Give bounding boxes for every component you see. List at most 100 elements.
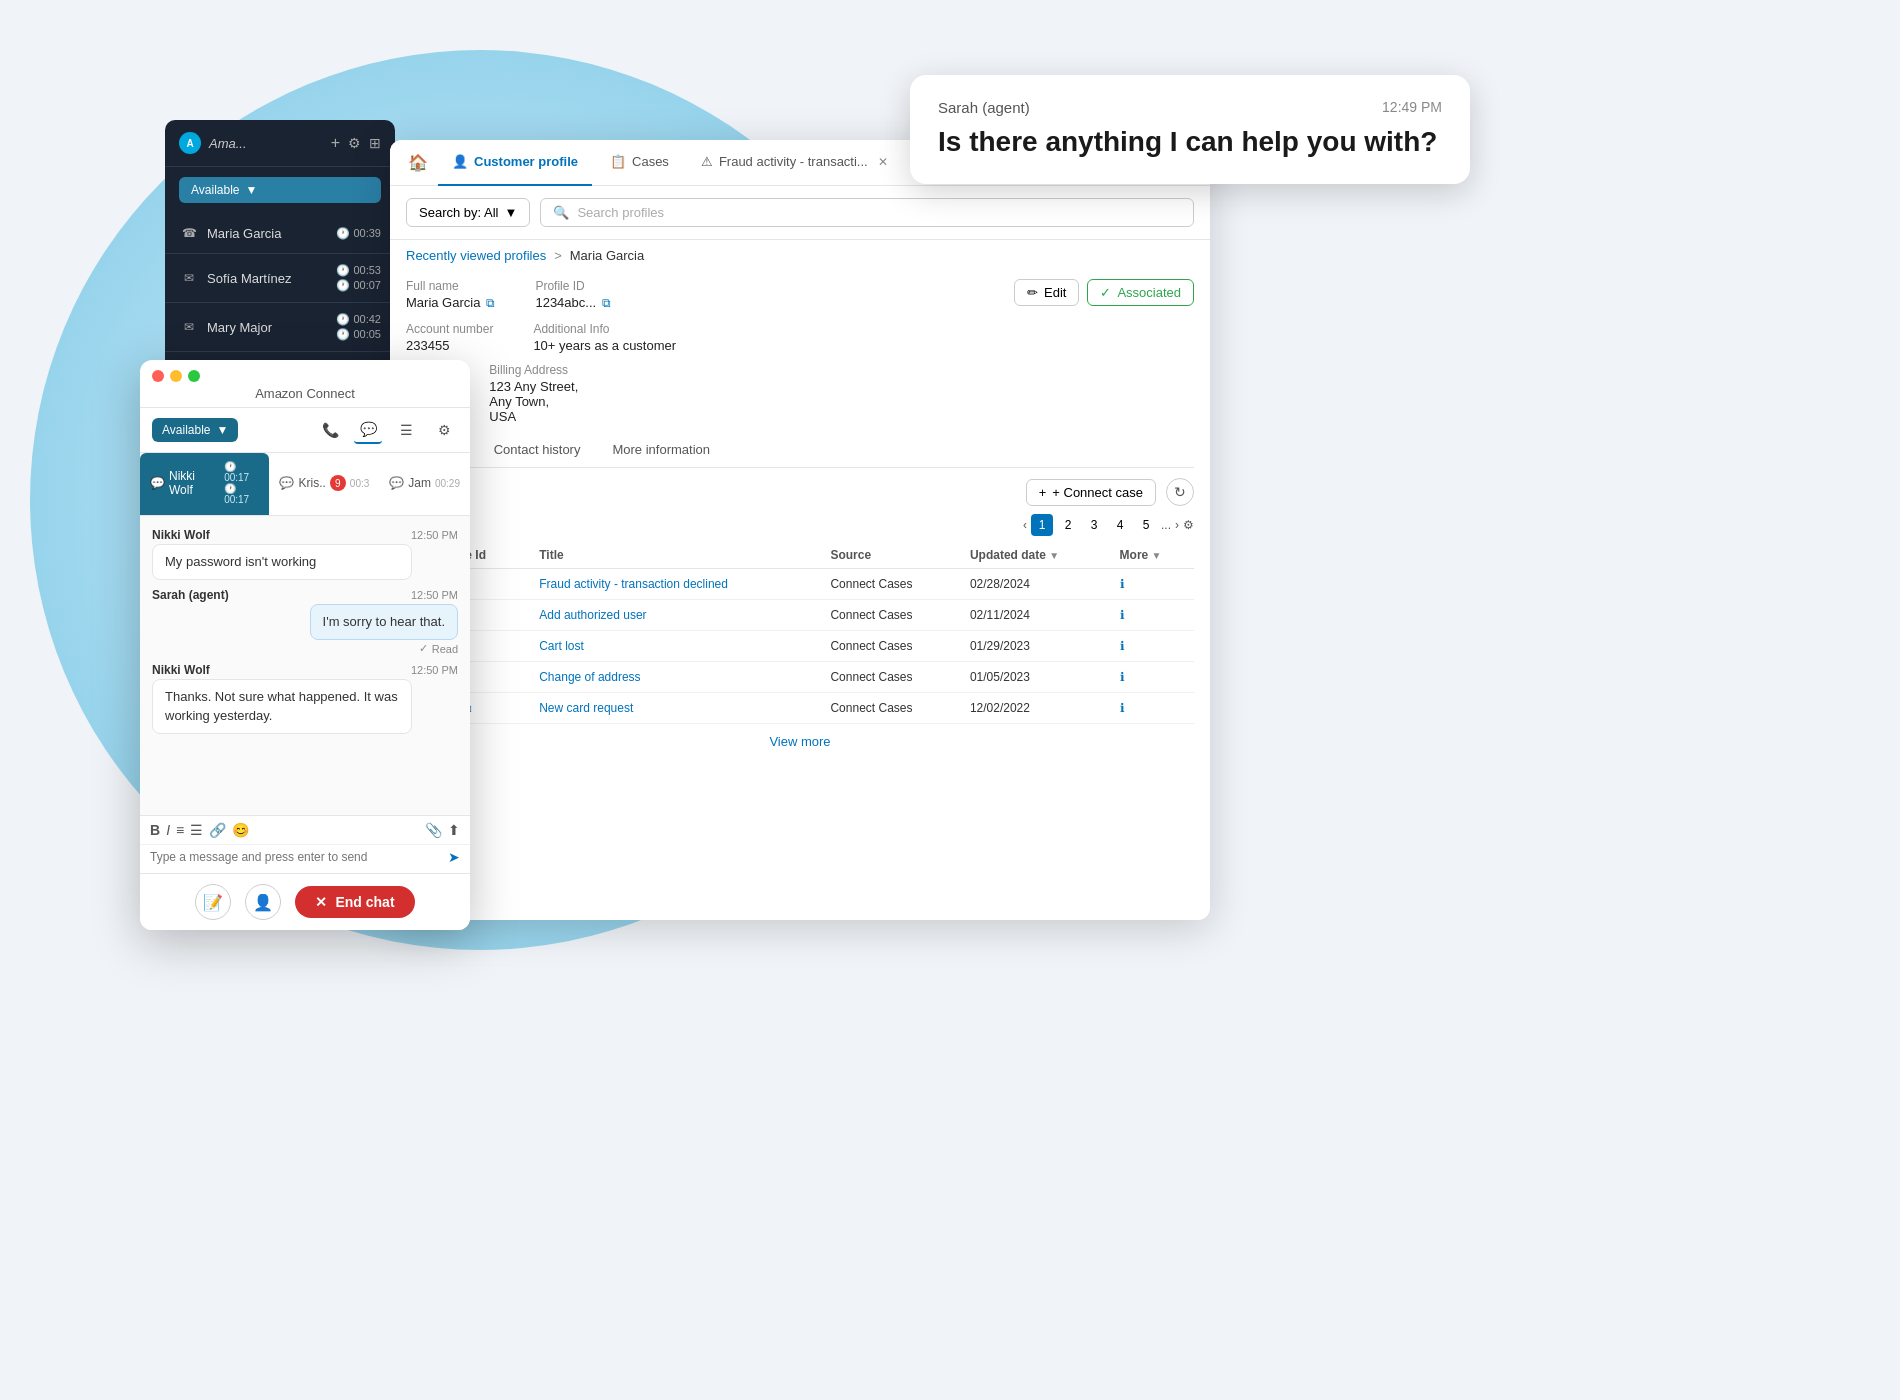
next-page-icon[interactable]: › [1175, 518, 1179, 532]
profile-icon[interactable]: 👤 [245, 884, 281, 920]
full-name-label: Full name [406, 279, 495, 293]
breadcrumb: Recently viewed profiles > Maria Garcia [390, 240, 1210, 271]
tab-contact-history[interactable]: Contact history [478, 434, 597, 467]
search-icon: 🔍 [553, 205, 569, 220]
page-4-button[interactable]: 4 [1109, 514, 1131, 536]
case-link[interactable]: New card request [539, 701, 633, 715]
search-by-dropdown[interactable]: Search by: All ▼ [406, 198, 530, 227]
list-item[interactable]: ✉ Sofía Martínez 🕐 00:53 🕐 00:07 [165, 254, 395, 303]
message-time: 12:50 PM [411, 664, 458, 676]
tab-nikki-wolf[interactable]: 💬 Nikki Wolf 🕐 00:17 🕐 00:17 [140, 453, 269, 515]
info-icon[interactable]: ℹ [1120, 577, 1125, 591]
profile-id-field: Profile ID 1234abc... ⧉ [535, 279, 611, 310]
sidebar-available-button[interactable]: Available ▼ [179, 177, 381, 203]
chat-icon[interactable]: 💬 [354, 416, 382, 444]
search-profiles-input[interactable]: 🔍 Search profiles [540, 198, 1194, 227]
tab-fraud[interactable]: ⚠ Fraud activity - transacti... ✕ [687, 140, 902, 186]
source-cell: Connect Cases [822, 569, 961, 600]
maximize-window-button[interactable] [188, 370, 200, 382]
table-row: EDD589 ⧉ New card request Connect Cases … [406, 693, 1194, 724]
copy-icon[interactable]: ⧉ [486, 296, 495, 310]
page-5-button[interactable]: 5 [1135, 514, 1157, 536]
refresh-icon[interactable]: ↻ [1166, 478, 1194, 506]
cases-table: Reference Id Title Source Updated date ▼… [406, 542, 1194, 724]
sidebar-title: Ama... [209, 136, 247, 151]
edit-button[interactable]: ✏ Edit [1014, 279, 1079, 306]
upload-icon[interactable]: ⬆ [448, 822, 460, 838]
window-controls [140, 360, 470, 386]
italic-icon[interactable]: I [166, 822, 170, 838]
unordered-list-icon[interactable]: ☰ [190, 822, 203, 838]
send-icon[interactable]: ➤ [448, 849, 460, 865]
page-3-button[interactable]: 3 [1083, 514, 1105, 536]
table-row: B23456 ⧉ Add authorized user Connect Cas… [406, 600, 1194, 631]
view-more-link[interactable]: View more [406, 724, 1194, 759]
chat-messages: Nikki Wolf 12:50 PM My password isn't wo… [140, 516, 470, 815]
case-link[interactable]: Add authorized user [539, 608, 646, 622]
additional-info-label: Additional Info [533, 322, 676, 336]
list-item[interactable]: ✉ Mary Major 🕐 00:42 🕐 00:05 [165, 303, 395, 352]
profile-header: Full name Maria Garcia ⧉ Profile ID 1234… [406, 271, 1194, 310]
title-cell: Add authorized user [531, 600, 822, 631]
message-time: 12:50 PM [411, 589, 458, 601]
link-icon[interactable]: 🔗 [209, 822, 226, 838]
more-cell: ℹ [1112, 600, 1194, 631]
col-title: Title [531, 542, 822, 569]
close-icon[interactable]: ✕ [878, 155, 888, 169]
page-2-button[interactable]: 2 [1057, 514, 1079, 536]
connect-case-button[interactable]: + + Connect case [1026, 479, 1156, 506]
home-icon[interactable]: 🏠 [402, 147, 434, 179]
list-item[interactable]: ☎ Maria Garcia 🕐 00:39 [165, 213, 395, 254]
phone-icon[interactable]: 📞 [316, 416, 344, 444]
case-link[interactable]: Cart lost [539, 639, 584, 653]
message-time: 12:50 PM [411, 529, 458, 541]
copy-icon[interactable]: ⧉ [602, 296, 611, 310]
page-1-button[interactable]: 1 [1031, 514, 1053, 536]
info-icon[interactable]: ℹ [1120, 608, 1125, 622]
emoji-icon[interactable]: 😊 [232, 822, 249, 838]
chat-available-button[interactable]: Available ▼ [152, 418, 238, 442]
associated-button[interactable]: ✓ Associated [1087, 279, 1194, 306]
bubble-time: 12:49 PM [1382, 99, 1442, 116]
tab-kris[interactable]: 💬 Kris.. 9 00:3 [269, 453, 379, 515]
table-row: XYY10 ⧉ Change of address Connect Cases … [406, 662, 1194, 693]
attachment-icon[interactable]: 📎 [425, 822, 442, 838]
chat-input-field[interactable] [150, 850, 440, 864]
table-row: 795296 ⧉ Fraud activity - transaction de… [406, 569, 1194, 600]
available-label: Available [191, 183, 239, 197]
end-chat-button[interactable]: ✕ End chat [295, 886, 414, 918]
more-cell: ℹ [1112, 693, 1194, 724]
settings-icon[interactable]: ⚙ [430, 416, 458, 444]
profile-content: Full name Maria Garcia ⧉ Profile ID 1234… [390, 271, 1210, 920]
minimize-window-button[interactable] [170, 370, 182, 382]
info-icon[interactable]: ℹ [1120, 701, 1125, 715]
sidebar-gear-icon[interactable]: ⚙ [348, 135, 361, 151]
message-row: Nikki Wolf 12:50 PM My password isn't wo… [152, 528, 458, 580]
info-icon[interactable]: ℹ [1120, 670, 1125, 684]
customer-profile-tab-label: Customer profile [474, 154, 578, 169]
tab-more-information[interactable]: More information [596, 434, 726, 467]
source-cell: Connect Cases [822, 693, 961, 724]
info-icon[interactable]: ℹ [1120, 639, 1125, 653]
message-bubble: My password isn't working [152, 544, 412, 580]
sidebar-layout-icon[interactable]: ⊞ [369, 135, 381, 151]
notepad-icon[interactable]: 📝 [195, 884, 231, 920]
chat-contact-icon: 💬 [389, 476, 404, 490]
case-link[interactable]: Change of address [539, 670, 640, 684]
prev-page-icon[interactable]: ‹ [1023, 518, 1027, 532]
tab-cases[interactable]: 📋 Cases [596, 140, 683, 186]
breadcrumb-link[interactable]: Recently viewed profiles [406, 248, 546, 263]
chat-panel-title: Amazon Connect [140, 386, 470, 408]
tab-customer-profile[interactable]: 👤 Customer profile [438, 140, 592, 186]
list-icon[interactable]: ☰ [392, 416, 420, 444]
cases-tab-label: Cases [632, 154, 669, 169]
ordered-list-icon[interactable]: ≡ [176, 822, 184, 838]
contact-time1: 🕐 00:17 [224, 461, 259, 483]
close-window-button[interactable] [152, 370, 164, 382]
sidebar-plus-icon[interactable]: + [331, 134, 340, 152]
contact-time: 🕐 00:39 [336, 227, 381, 240]
settings-icon[interactable]: ⚙ [1183, 518, 1194, 532]
case-link[interactable]: Fraud activity - transaction declined [539, 577, 728, 591]
tab-jam[interactable]: 💬 Jam 00:29 [379, 453, 470, 515]
bold-icon[interactable]: B [150, 822, 160, 838]
